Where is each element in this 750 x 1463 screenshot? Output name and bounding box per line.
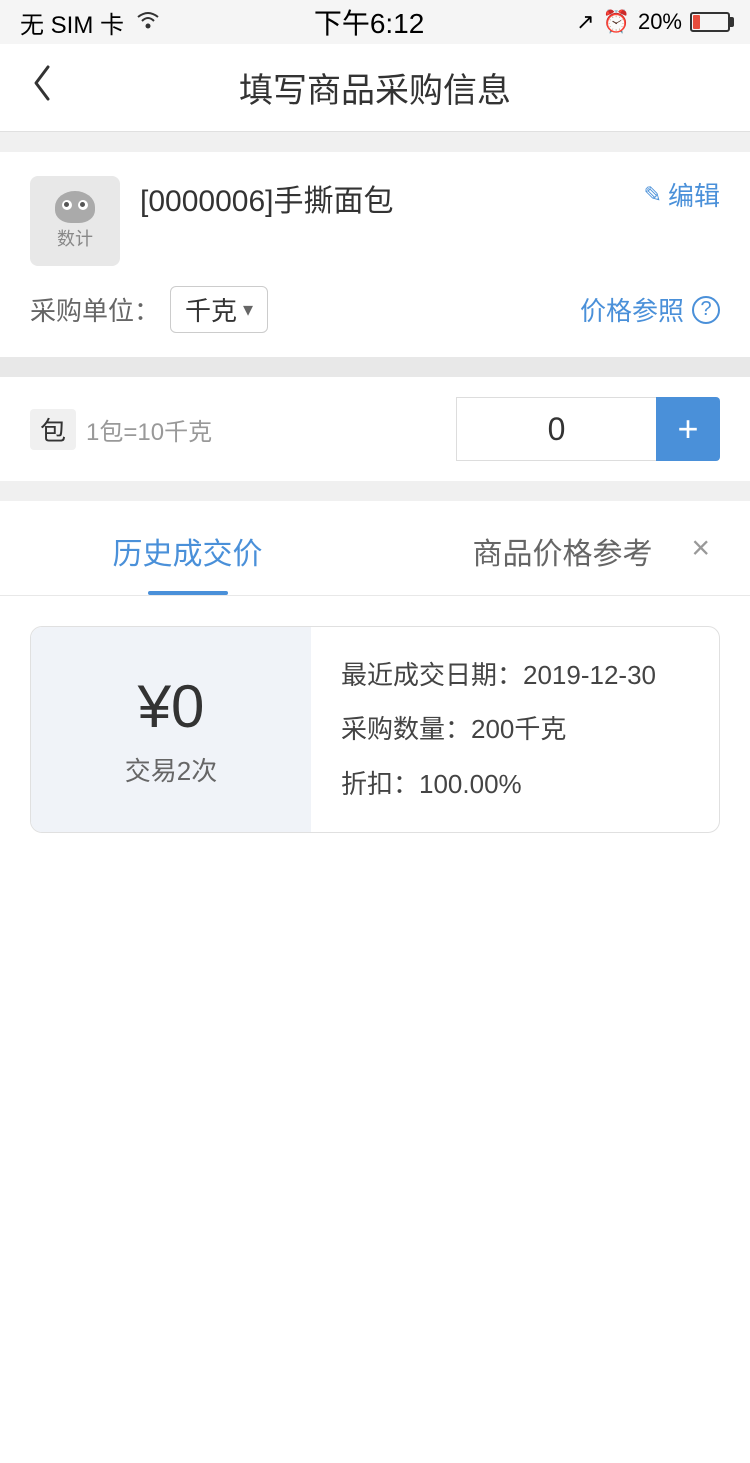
recent-date-label: 最近成交日期： xyxy=(341,660,523,690)
help-icon: ? xyxy=(692,296,720,324)
product-section: 数计 [0000006]手撕面包 ✎ 编辑 采购单位： 千克 ▾ 价格参照 ? xyxy=(0,152,750,357)
nav-bar: 填写商品采购信息 xyxy=(0,44,750,132)
status-time: 下午6:12 xyxy=(314,2,425,42)
status-bar: 无 SIM 卡 下午6:12 ↗ ⏰ 20% xyxy=(0,0,750,44)
tab-active-indicator xyxy=(148,591,228,595)
quantity-unit-badge: 包 xyxy=(30,409,76,450)
edit-icon: ✎ xyxy=(644,182,662,208)
back-button[interactable] xyxy=(30,63,54,112)
tab-close-button[interactable]: × xyxy=(681,520,720,577)
battery-percent: 20% xyxy=(638,9,682,35)
price-ref-label: 价格参照 xyxy=(580,291,684,328)
product-thumbnail: 数计 xyxy=(30,176,120,266)
quantity-unit-hint: 1包=10千克 xyxy=(86,412,212,447)
price-card-container: ¥0 交易2次 最近成交日期：2019-12-30 采购数量：200千克 折扣：… xyxy=(0,596,750,863)
discount-label: 折扣： xyxy=(341,769,419,799)
tabs-header: 历史成交价 商品价格参考 × xyxy=(0,501,750,596)
location-icon: ↗ xyxy=(576,9,594,35)
battery-icon xyxy=(690,12,730,32)
close-icon: × xyxy=(691,530,710,566)
edit-label: 编辑 xyxy=(668,176,720,213)
page-title: 填写商品采购信息 xyxy=(239,63,511,112)
tab-price-ref-label: 商品价格参考 xyxy=(473,538,653,571)
price-value: 0 xyxy=(171,673,204,740)
price-card: ¥0 交易2次 最近成交日期：2019-12-30 采购数量：200千克 折扣：… xyxy=(30,626,720,833)
tab-history-label: 历史成交价 xyxy=(113,538,263,571)
purchase-qty-label: 采购数量： xyxy=(341,714,471,744)
alarm-icon: ⏰ xyxy=(603,9,630,35)
edit-button[interactable]: ✎ 编辑 xyxy=(644,176,720,213)
discount-row: 折扣：100.00% xyxy=(341,766,689,802)
price-card-left: ¥0 交易2次 xyxy=(31,627,311,832)
unit-label: 采购单位： xyxy=(30,291,160,328)
carrier-text: 无 SIM 卡 xyxy=(20,5,124,40)
recent-date-row: 最近成交日期：2019-12-30 xyxy=(341,657,689,693)
price-card-right: 最近成交日期：2019-12-30 采购数量：200千克 折扣：100.00% xyxy=(311,627,719,832)
unit-select[interactable]: 千克 ▾ xyxy=(170,286,268,333)
plus-icon: + xyxy=(677,408,698,450)
quantity-section: 包 1包=10千克 + xyxy=(0,377,750,481)
status-left: 无 SIM 卡 xyxy=(20,5,162,40)
quantity-plus-button[interactable]: + xyxy=(656,397,720,461)
bottom-area xyxy=(0,863,750,1463)
product-unit-row: 采购单位： 千克 ▾ 价格参照 ? xyxy=(30,286,720,333)
price-display: ¥0 xyxy=(138,672,205,741)
product-info: 数计 [0000006]手撕面包 xyxy=(30,176,644,266)
wifi-icon xyxy=(134,8,162,36)
status-right: ↗ ⏰ 20% xyxy=(576,9,730,35)
tabs-section: 历史成交价 商品价格参考 × ¥0 交易2次 最近成交日期：2019-12-30 xyxy=(0,501,750,863)
product-image: 数计 xyxy=(45,191,105,251)
unit-dropdown-icon: ▾ xyxy=(243,297,253,322)
tab-history-price[interactable]: 历史成交价 xyxy=(0,501,375,595)
product-name-container: [0000006]手撕面包 xyxy=(140,176,644,220)
quantity-control: + xyxy=(456,397,720,461)
product-name: [0000006]手撕面包 xyxy=(140,185,393,218)
purchase-qty-value: 200千克 xyxy=(471,714,566,744)
currency-symbol: ¥ xyxy=(138,673,171,740)
recent-date-value: 2019-12-30 xyxy=(523,660,656,690)
quantity-input[interactable] xyxy=(456,397,656,461)
product-header: 数计 [0000006]手撕面包 ✎ 编辑 xyxy=(30,176,720,266)
discount-value: 100.00% xyxy=(419,769,522,799)
quantity-unit-info: 包 1包=10千克 xyxy=(30,409,212,450)
transaction-count: 交易2次 xyxy=(125,751,217,788)
unit-value: 千克 xyxy=(185,291,237,328)
purchase-qty-row: 采购数量：200千克 xyxy=(341,711,689,747)
price-reference-button[interactable]: 价格参照 ? xyxy=(580,291,720,328)
separator xyxy=(0,357,750,377)
